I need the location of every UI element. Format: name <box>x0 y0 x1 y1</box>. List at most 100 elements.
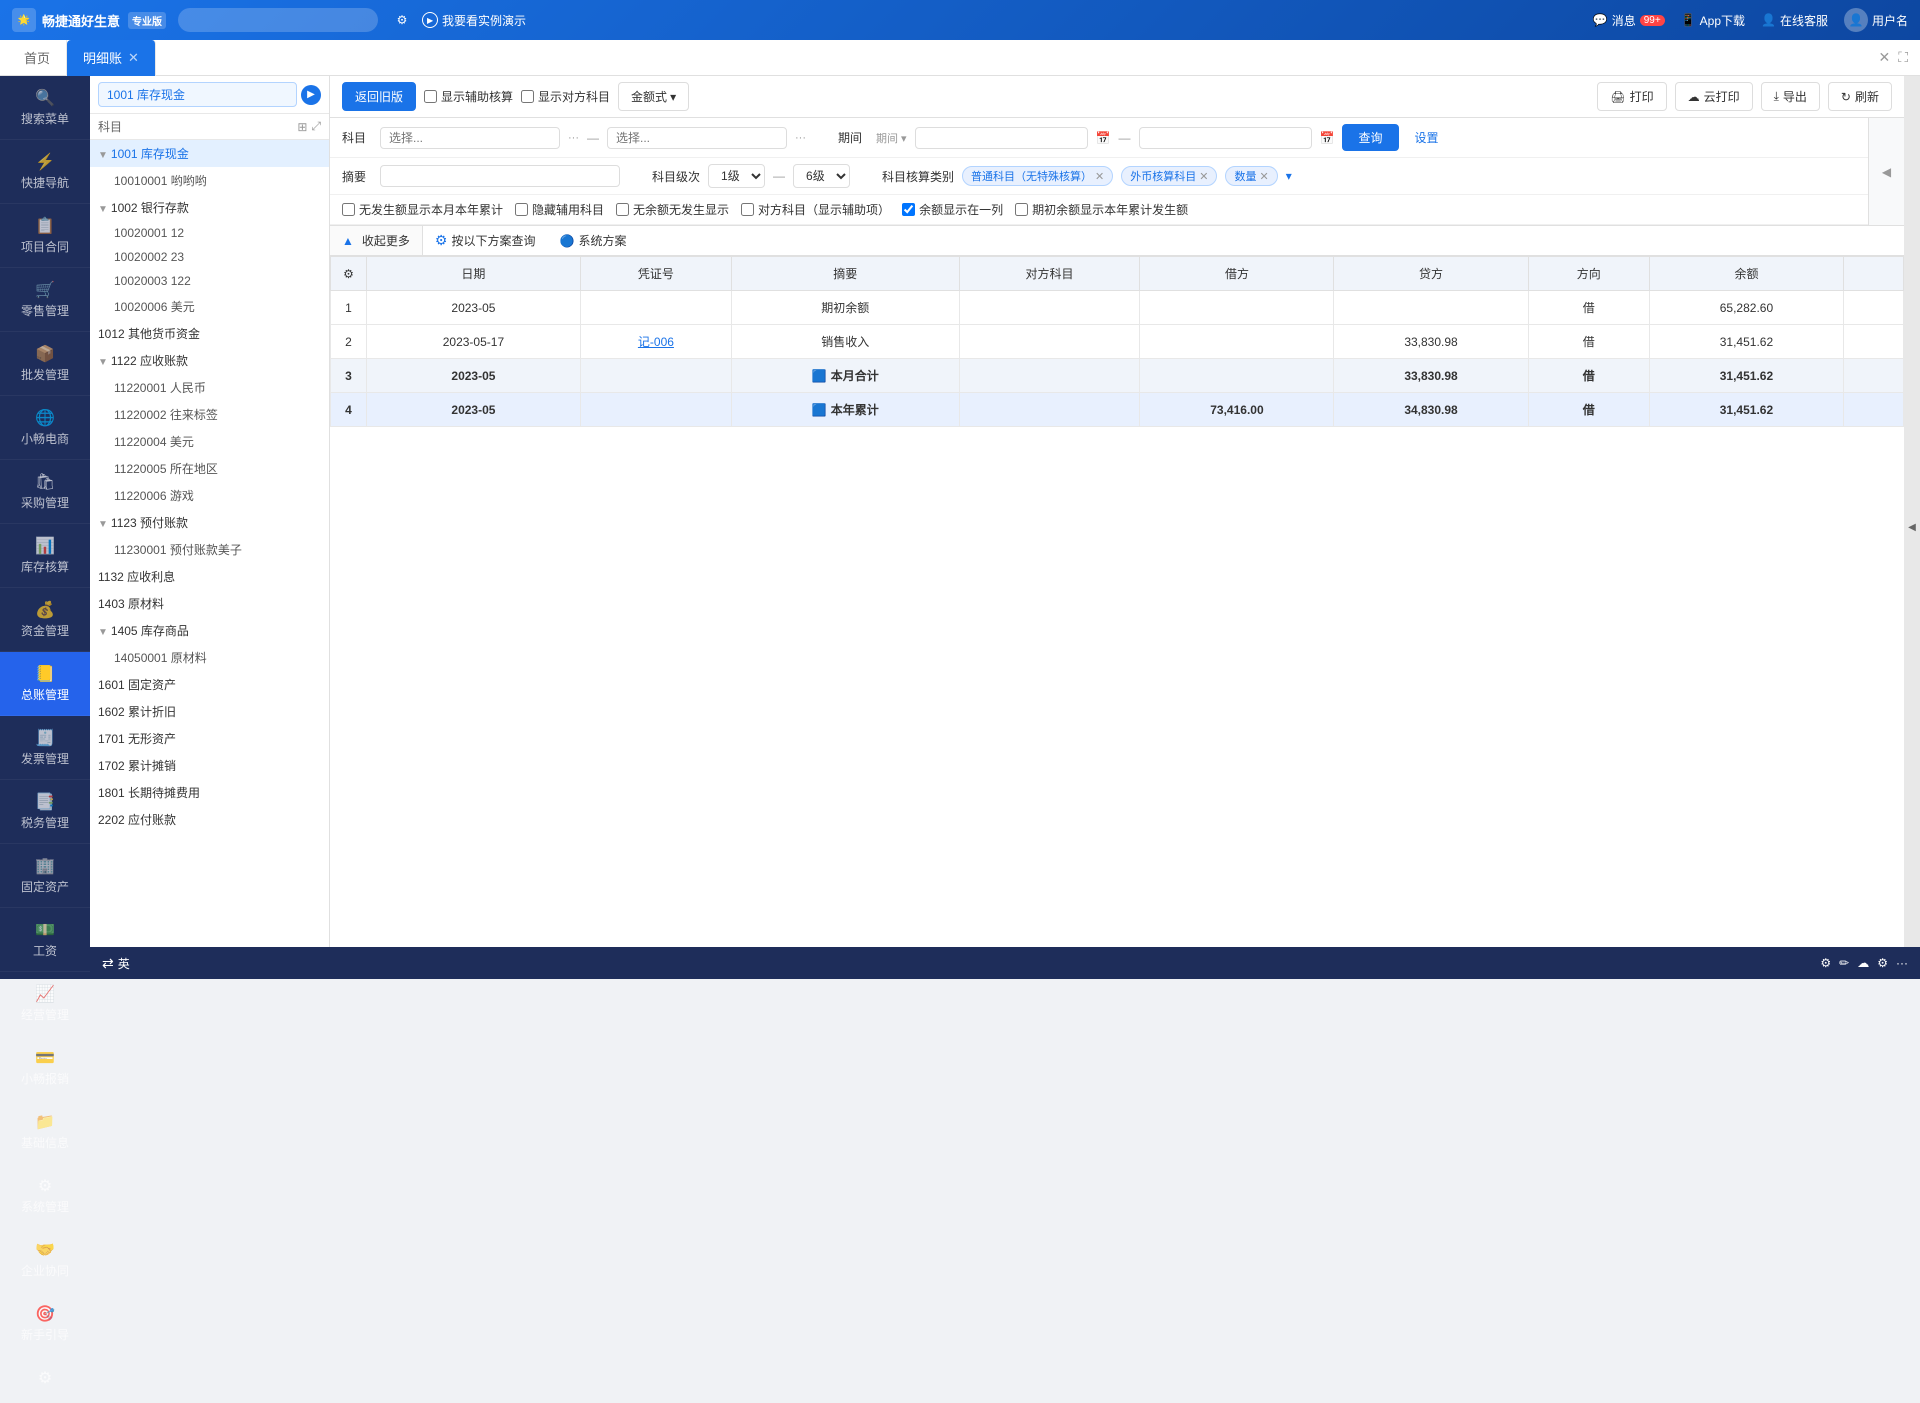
filter-tag-foreign-close[interactable]: ✕ <box>1199 170 1208 183</box>
message-item[interactable]: 💬 消息 99+ <box>1593 12 1665 29</box>
sidebar-item-tax[interactable]: 📑 税务管理 <box>0 780 90 844</box>
filter-tag-normal[interactable]: 普通科目（无特殊核算） ✕ <box>962 166 1113 186</box>
sidebar-item-ledger[interactable]: 📒 总账管理 <box>0 652 90 716</box>
sidebar-item-retail[interactable]: 🛒 零售管理 <box>0 268 90 332</box>
account-selector[interactable]: 1001 库存现金 <box>98 82 297 107</box>
sidebar-item-invoice[interactable]: 🧾 发票管理 <box>0 716 90 780</box>
tree-item-1405[interactable]: ▼1405 库存商品 <box>90 617 329 644</box>
tree-item-10020003[interactable]: 10020003 122 <box>90 269 329 293</box>
tree-item-1122[interactable]: ▼1122 应收账款 <box>90 347 329 374</box>
checkbox-no-occur-input[interactable] <box>342 203 355 216</box>
cloud-print-button[interactable]: ☁ 云打印 <box>1675 82 1753 111</box>
user-item[interactable]: 👤 用户名 <box>1844 8 1908 32</box>
bottom-settings-icon[interactable]: ⚙ <box>1820 956 1831 970</box>
query-button[interactable]: 查询 <box>1342 124 1398 151</box>
system-scheme[interactable]: 🔵 系统方案 <box>547 226 638 255</box>
tree-item-1801[interactable]: 1801 长期待摊费用 <box>90 779 329 806</box>
checkbox-no-balance[interactable]: 无余额无发生显示 <box>616 201 729 218</box>
return-old-version-button[interactable]: 返回旧版 <box>342 82 416 111</box>
show-aux-checkbox[interactable]: 显示辅助核算 <box>424 88 513 105</box>
tree-item-14050001[interactable]: 14050001 原材料 <box>90 644 329 671</box>
checkbox-balance-inline[interactable]: 余额显示在一列 <box>902 201 1003 218</box>
tree-item-10020001[interactable]: 10020001 12 <box>90 221 329 245</box>
period-end-calendar-icon[interactable]: 📅 <box>1320 131 1335 145</box>
bottom-lang-label[interactable]: 英 <box>118 955 130 972</box>
sidebar-item-sales[interactable]: 💳 小畅报销 <box>0 1036 90 1100</box>
tab-close-all[interactable]: ✕ <box>1878 49 1890 66</box>
bottom-translate-icon[interactable]: ⇄ <box>102 955 114 972</box>
tree-item-1002[interactable]: ▼1002 银行存款 <box>90 194 329 221</box>
tree-item-1132[interactable]: 1132 应收利息 <box>90 563 329 590</box>
level-start-select[interactable]: 1级2级3级 <box>708 164 765 188</box>
filter-tag-qty-close[interactable]: ✕ <box>1259 170 1268 183</box>
refresh-button[interactable]: ↻ 刷新 <box>1828 82 1892 111</box>
sidebar-item-wholesale[interactable]: 📦 批发管理 <box>0 332 90 396</box>
checkbox-contra-display-input[interactable] <box>741 203 754 216</box>
filter-settings-link[interactable]: 设置 <box>1415 129 1439 146</box>
bottom-cloud-icon[interactable]: ☁ <box>1857 956 1869 970</box>
th-settings[interactable]: ⚙ <box>331 257 367 291</box>
checkbox-opening-cumul-input[interactable] <box>1015 203 1028 216</box>
tree-item-10020006[interactable]: 10020006 美元 <box>90 293 329 320</box>
summary-filter-input[interactable] <box>380 165 620 187</box>
checkbox-hide-aux-input[interactable] <box>515 203 528 216</box>
tree-item-11230001[interactable]: 11230001 预付账款美子 <box>90 536 329 563</box>
global-search-input[interactable] <box>178 8 378 32</box>
print-button[interactable]: 🖨 打印 <box>1597 82 1666 111</box>
sidebar-item-base[interactable]: 📁 基础信息 <box>0 1100 90 1164</box>
sidebar-item-assets[interactable]: 🏢 固定资产 <box>0 844 90 908</box>
checkbox-no-balance-input[interactable] <box>616 203 629 216</box>
tree-item-11220004[interactable]: 11220004 美元 <box>90 428 329 455</box>
period-calendar-icon[interactable]: 📅 <box>1096 131 1111 145</box>
tree-item-10020002[interactable]: 10020002 23 <box>90 245 329 269</box>
sidebar-item-system[interactable]: ⚙ 系统管理 <box>0 1164 90 1228</box>
tree-item-1701[interactable]: 1701 无形资产 <box>90 725 329 752</box>
tree-item-11220006[interactable]: 11220006 游戏 <box>90 482 329 509</box>
period-end-input[interactable]: 2023-05 <box>1139 127 1312 149</box>
period-start-input[interactable]: 2023-05 <box>915 127 1088 149</box>
sidebar-item-ops[interactable]: 📈 经营管理 <box>0 972 90 1036</box>
format-button[interactable]: 金额式 ▾ <box>618 82 689 111</box>
tab-home[interactable]: 首页 <box>8 40 67 76</box>
filter-tag-qty[interactable]: 数量 ✕ <box>1225 166 1277 186</box>
sidebar-item-guide[interactable]: 🎯 新手引导 <box>0 1292 90 1356</box>
voucher-link-2[interactable]: 记-006 <box>638 335 674 349</box>
sidebar-item-corp[interactable]: 🤝 企业协同 <box>0 1228 90 1292</box>
level-end-select[interactable]: 6级5级4级 <box>793 164 850 188</box>
sidebar-item-settings-bottom[interactable]: ⚙ <box>0 1356 90 1403</box>
tree-item-1602[interactable]: 1602 累计折旧 <box>90 698 329 725</box>
show-contra-input[interactable] <box>521 90 534 103</box>
show-aux-input[interactable] <box>424 90 437 103</box>
sidebar-item-quicknav[interactable]: ⚡ 快捷导航 <box>0 140 90 204</box>
checkbox-contra-display[interactable]: 对方科目（显示辅助项） <box>741 201 890 218</box>
online-service-item[interactable]: 👤 在线客服 <box>1761 12 1828 29</box>
show-contra-checkbox[interactable]: 显示对方科目 <box>521 88 610 105</box>
account-filter-input2[interactable] <box>607 127 787 149</box>
filter-collapse-btn[interactable]: ◀ <box>1868 118 1904 225</box>
checkbox-no-occur[interactable]: 无发生额显示本月本年累计 <box>342 201 503 218</box>
app-download-item[interactable]: 📱 App下载 <box>1681 12 1745 29</box>
demo-button[interactable]: ▶ 我要看实例演示 <box>422 12 526 29</box>
tree-item-11220002[interactable]: 11220002 往来标签 <box>90 401 329 428</box>
bottom-gear-icon[interactable]: ⚙ <box>1877 956 1888 970</box>
filter-tag-normal-close[interactable]: ✕ <box>1095 170 1104 183</box>
sidebar-item-contract[interactable]: 📋 项目合同 <box>0 204 90 268</box>
tree-item-11220001[interactable]: 11220001 人民币 <box>90 374 329 401</box>
tree-item-1012[interactable]: 1012 其他货币资金 <box>90 320 329 347</box>
tree-item-1403[interactable]: 1403 原材料 <box>90 590 329 617</box>
tree-item-1001[interactable]: ▼1001 库存现金 <box>90 140 329 167</box>
sidebar-item-capital[interactable]: 💰 资金管理 <box>0 588 90 652</box>
tab-detail[interactable]: 明细账 ✕ <box>67 40 156 76</box>
sidebar-item-hr[interactable]: 💵 工资 <box>0 908 90 972</box>
tab-expand[interactable]: ⛶ <box>1898 49 1908 66</box>
sidebar-item-inventory[interactable]: 📊 库存核算 <box>0 524 90 588</box>
tree-item-2202[interactable]: 2202 应付账款 <box>90 806 329 833</box>
checkbox-balance-inline-input[interactable] <box>902 203 915 216</box>
tree-item-11220005[interactable]: 11220005 所在地区 <box>90 455 329 482</box>
search-toggle-button[interactable]: ▲ 收起更多 <box>330 226 423 255</box>
bottom-edit-icon[interactable]: ✏ <box>1839 956 1849 970</box>
checkbox-hide-aux[interactable]: 隐藏辅用科目 <box>515 201 604 218</box>
sidebar-item-ecommerce[interactable]: 🌐 小畅电商 <box>0 396 90 460</box>
tree-expand-all-icon[interactable]: ⤢ <box>311 119 321 134</box>
settings-icon[interactable]: ⚙ <box>390 8 414 32</box>
